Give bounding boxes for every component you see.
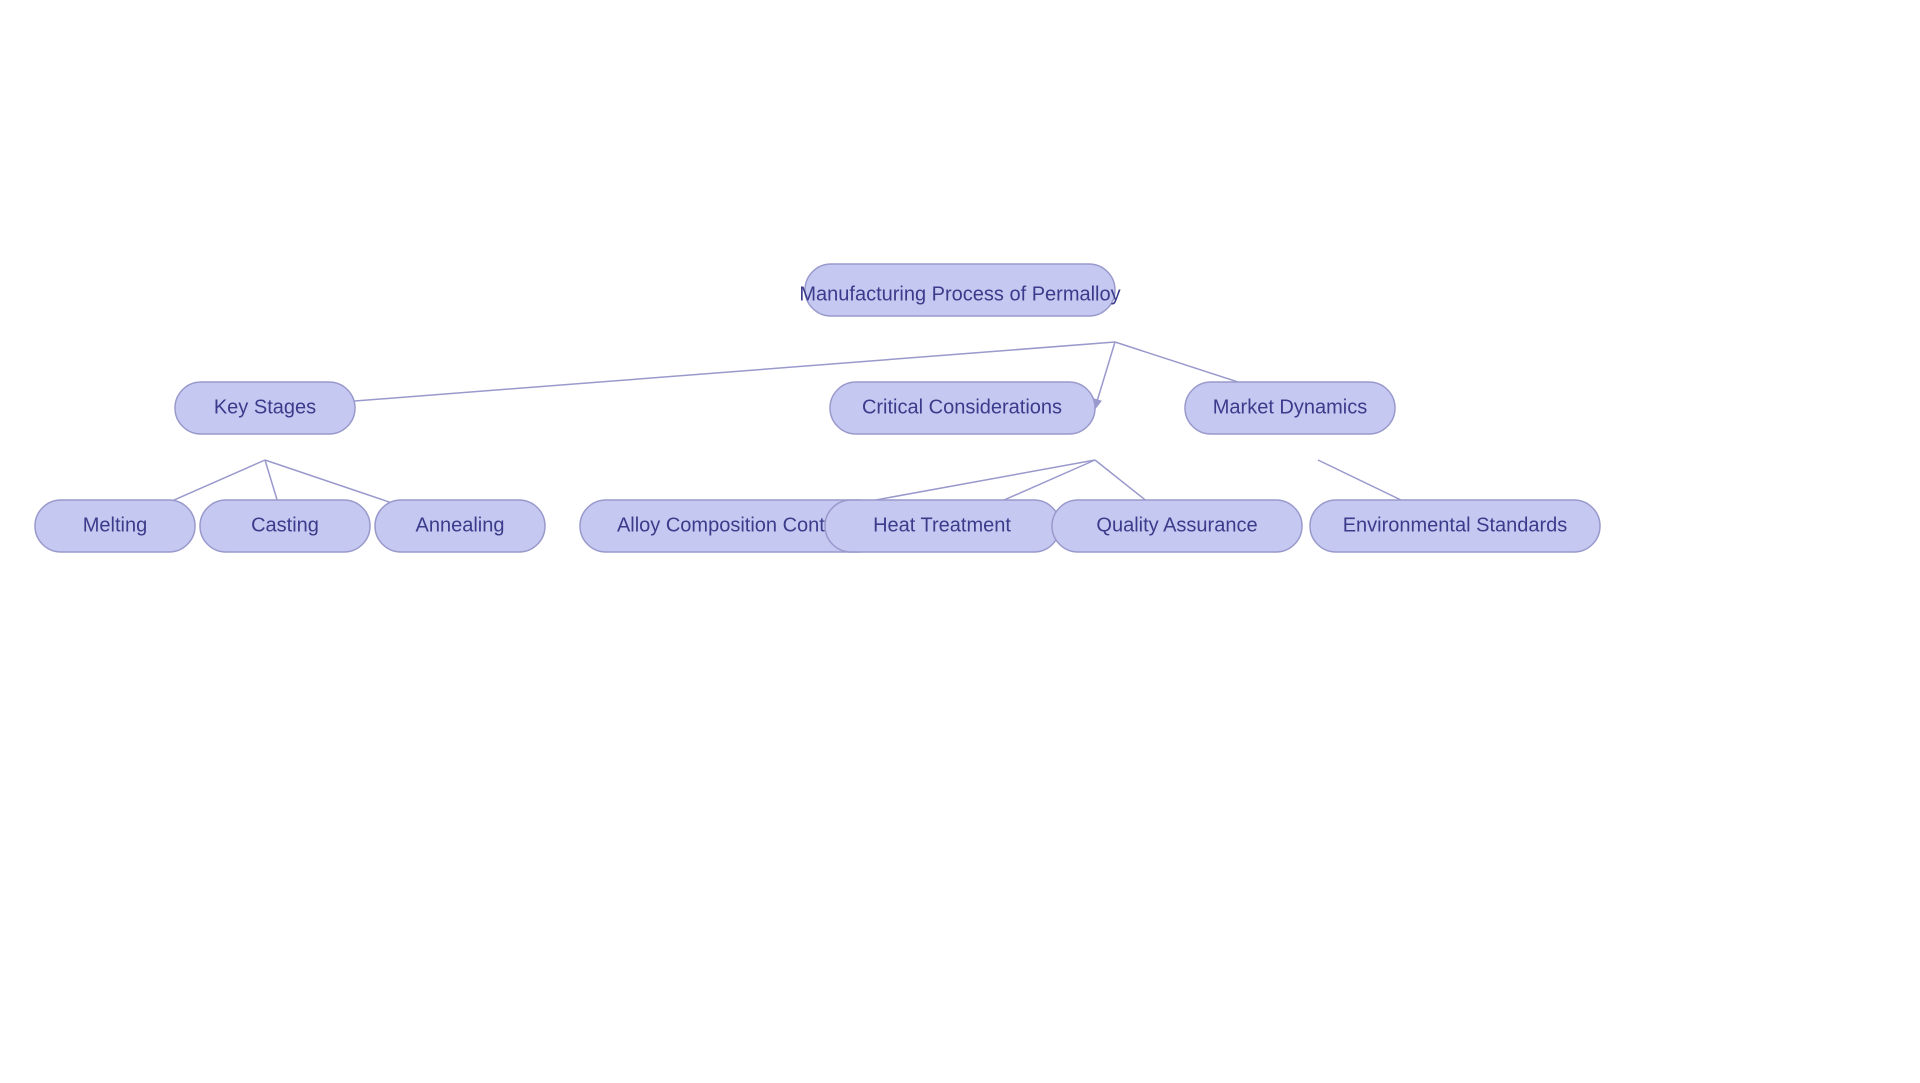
edge-root-critical (1095, 342, 1115, 408)
node-critical-considerations-label: Critical Considerations (862, 396, 1062, 418)
node-casting-label: Casting (251, 514, 319, 536)
mind-map-diagram: Manufacturing Process of Permalloy Key S… (0, 0, 1920, 1083)
node-quality-assurance-label: Quality Assurance (1096, 514, 1257, 536)
node-key-stages-label: Key Stages (214, 396, 316, 418)
node-annealing-label: Annealing (416, 514, 505, 536)
node-root-label: Manufacturing Process of Permalloy (799, 283, 1120, 305)
node-alloy-composition-label: Alloy Composition Control (617, 514, 847, 536)
node-market-dynamics-label: Market Dynamics (1213, 396, 1367, 418)
node-heat-treatment-label: Heat Treatment (873, 514, 1011, 536)
node-melting-label: Melting (83, 514, 147, 536)
node-environmental-standards-label: Environmental Standards (1343, 514, 1568, 536)
